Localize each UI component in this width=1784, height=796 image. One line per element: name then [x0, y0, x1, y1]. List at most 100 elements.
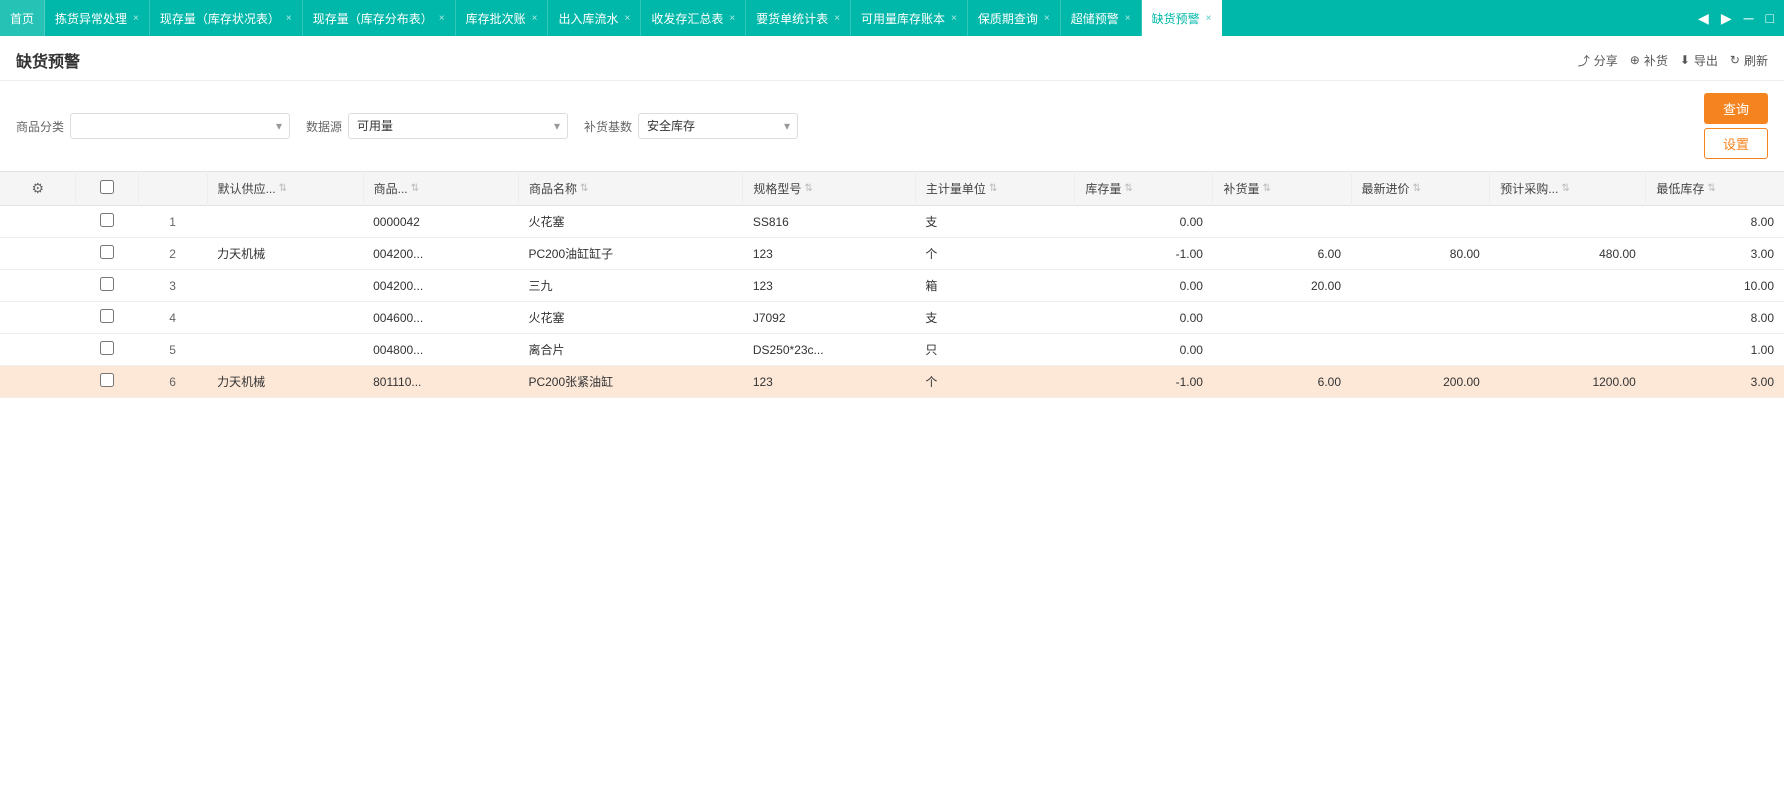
th-replenish: 补货量 ⇅	[1213, 172, 1351, 206]
row-index: 5	[138, 334, 207, 366]
row-est-purchase	[1490, 206, 1646, 238]
row-index: 6	[138, 366, 207, 398]
column-settings-icon[interactable]: ⚙	[31, 180, 44, 196]
th-stock-label: 库存量	[1085, 180, 1121, 197]
nav-tab-label: 要货单统计表	[756, 10, 828, 27]
row-supplier	[207, 270, 363, 302]
table-row: 4 004600... 火花塞 J7092 支 0.00 8.00	[0, 302, 1784, 334]
th-stock: 库存量 ⇅	[1075, 172, 1213, 206]
nav-scroll-left[interactable]: ◀	[1692, 0, 1715, 36]
close-icon[interactable]: ×	[439, 13, 445, 24]
close-icon[interactable]: ×	[729, 13, 735, 24]
row-settings	[0, 334, 76, 366]
sort-icon: ⇅	[411, 183, 419, 194]
close-icon[interactable]: ×	[951, 13, 957, 24]
nav-tab-available-ledger[interactable]: 可用量库存账本 ×	[851, 0, 968, 36]
row-latest-price	[1351, 270, 1490, 302]
shortage-table: ⚙ 默认供应... ⇅ 商品...	[0, 171, 1784, 398]
row-replenish: 6.00	[1213, 238, 1351, 270]
row-check[interactable]	[76, 366, 138, 398]
page-content: 缺货预警 ⤴ 分享 ⊕ 补货 ⬇ 导出 ↻ 刷新 商品分类	[0, 36, 1784, 796]
nav-tab-label: 首页	[10, 10, 34, 27]
close-icon[interactable]: ×	[1125, 13, 1131, 24]
export-label: 导出	[1694, 52, 1718, 69]
export-button[interactable]: ⬇ 导出	[1680, 52, 1718, 69]
close-icon[interactable]: ×	[1206, 13, 1212, 24]
row-index: 1	[138, 206, 207, 238]
row-latest-price: 80.00	[1351, 238, 1490, 270]
refresh-icon: ↻	[1730, 53, 1740, 67]
th-supplier-label: 默认供应...	[218, 180, 276, 197]
datasource-select[interactable]: 可用量	[348, 113, 568, 139]
row-checkbox[interactable]	[100, 213, 114, 227]
row-min-stock: 8.00	[1646, 206, 1784, 238]
table-container: ⚙ 默认供应... ⇅ 商品...	[0, 171, 1784, 398]
nav-tab-batch[interactable]: 库存批次账 ×	[456, 0, 549, 36]
nav-scroll-right[interactable]: ▶	[1715, 0, 1738, 36]
nav-tab-exception[interactable]: 拣货异常处理 ×	[45, 0, 150, 36]
row-product-id: 004200...	[363, 238, 518, 270]
row-settings	[0, 238, 76, 270]
close-icon[interactable]: ×	[532, 13, 538, 24]
close-icon[interactable]: ×	[624, 13, 630, 24]
row-product-name: 火花塞	[518, 302, 742, 334]
nav-tab-expiry[interactable]: 保质期查询 ×	[968, 0, 1061, 36]
row-checkbox[interactable]	[100, 309, 114, 323]
nav-tab-label: 收发存汇总表	[651, 10, 723, 27]
nav-tab-shortage[interactable]: 缺货预警 ×	[1142, 0, 1223, 36]
close-icon[interactable]: ×	[286, 13, 292, 24]
th-product-id-label: 商品...	[374, 180, 408, 197]
row-supplier	[207, 334, 363, 366]
nav-tab-overstock[interactable]: 超储预警 ×	[1061, 0, 1142, 36]
sort-icon: ⇅	[1262, 183, 1270, 194]
row-supplier	[207, 302, 363, 334]
row-index: 4	[138, 302, 207, 334]
close-icon[interactable]: ×	[834, 13, 840, 24]
row-min-stock: 8.00	[1646, 302, 1784, 334]
row-product-name: PC200油缸缸子	[518, 238, 742, 270]
settings-button[interactable]: 设置	[1704, 128, 1768, 159]
refresh-button[interactable]: ↻ 刷新	[1730, 52, 1768, 69]
th-min-label: 最低库存	[1656, 180, 1704, 197]
row-product-name: PC200张紧油缸	[518, 366, 742, 398]
datasource-filter-group: 数据源 可用量	[306, 113, 568, 139]
row-spec: 123	[743, 366, 916, 398]
share-button[interactable]: ⤴ 分享	[1578, 52, 1618, 69]
row-min-stock: 10.00	[1646, 270, 1784, 302]
nav-tab-order-stats[interactable]: 要货单统计表 ×	[746, 0, 851, 36]
replenish-basis-select[interactable]: 安全库存	[638, 113, 798, 139]
row-checkbox[interactable]	[100, 277, 114, 291]
row-settings	[0, 206, 76, 238]
nav-tab-home[interactable]: 首页	[0, 0, 45, 36]
nav-tab-stock-status[interactable]: 现存量（库存状况表） ×	[150, 0, 303, 36]
select-all-checkbox[interactable]	[100, 180, 114, 194]
category-select[interactable]	[70, 113, 290, 139]
close-icon[interactable]: ×	[1044, 13, 1050, 24]
nav-tab-receive-summary[interactable]: 收发存汇总表 ×	[641, 0, 746, 36]
row-checkbox[interactable]	[100, 373, 114, 387]
row-product-name: 离合片	[518, 334, 742, 366]
row-replenish: 20.00	[1213, 270, 1351, 302]
row-check[interactable]	[76, 238, 138, 270]
close-icon[interactable]: ×	[133, 13, 139, 24]
replenish-button[interactable]: ⊕ 补货	[1630, 52, 1668, 69]
row-unit: 箱	[915, 270, 1074, 302]
query-button[interactable]: 查询	[1704, 93, 1768, 124]
nav-maximize[interactable]: □	[1760, 0, 1780, 36]
row-check[interactable]	[76, 206, 138, 238]
row-check[interactable]	[76, 270, 138, 302]
nav-tab-label: 超储预警	[1071, 10, 1119, 27]
replenish-basis-select-wrapper: 安全库存	[638, 113, 798, 139]
nav-minimize[interactable]: ─	[1738, 0, 1760, 36]
nav-tab-stock-dist[interactable]: 现存量（库存分布表） ×	[303, 0, 456, 36]
top-nav: 首页 拣货异常处理 × 现存量（库存状况表） × 现存量（库存分布表） × 库存…	[0, 0, 1784, 36]
row-check[interactable]	[76, 334, 138, 366]
nav-tab-inout-flow[interactable]: 出入库流水 ×	[548, 0, 641, 36]
row-check[interactable]	[76, 302, 138, 334]
row-checkbox[interactable]	[100, 245, 114, 259]
row-checkbox[interactable]	[100, 341, 114, 355]
row-est-purchase	[1490, 302, 1646, 334]
row-supplier	[207, 206, 363, 238]
share-icon: ⤴	[1578, 52, 1590, 69]
nav-tab-label: 保质期查询	[978, 10, 1038, 27]
